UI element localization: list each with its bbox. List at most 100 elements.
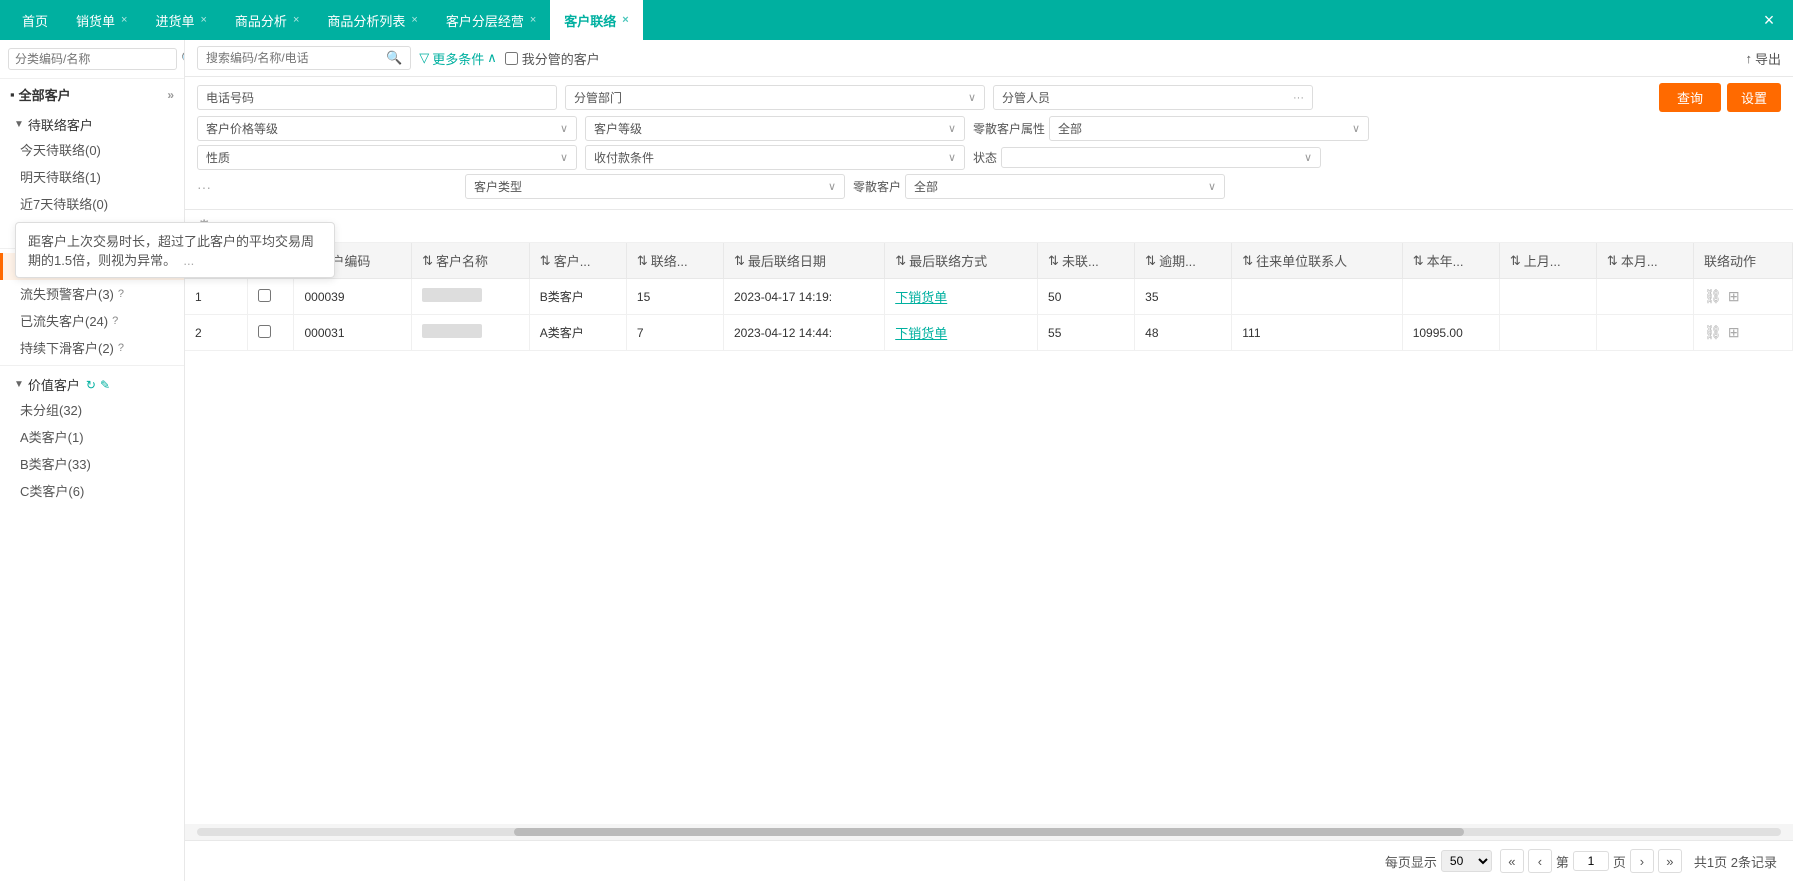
value-group-edit-icon[interactable]: ✎ <box>100 378 110 392</box>
window-close-button[interactable]: × <box>1753 4 1785 36</box>
filter-status[interactable]: ∨ <box>1001 147 1321 168</box>
sidebar-item-tomorrow[interactable]: 明天待联络(1) <box>0 163 184 190</box>
scroll-thumb[interactable] <box>514 828 1464 836</box>
sidebar-item-lost-preview[interactable]: 流失预警客户(3) ? <box>0 280 184 307</box>
sidebar-item-7days[interactable]: 近7天待联络(0) <box>0 190 184 217</box>
nav-item-home[interactable]: 首页 <box>8 0 62 40</box>
sort-icon-name: ⇅ <box>422 253 433 269</box>
row-checkbox-1[interactable] <box>258 289 271 302</box>
tooltip-more-icon[interactable]: ... <box>183 253 194 268</box>
nav-item-sales[interactable]: 销货单 × <box>62 0 141 40</box>
prev-page-btn[interactable]: ‹ <box>1528 849 1552 873</box>
my-customers-checkbox[interactable] <box>505 52 518 65</box>
sort-icon-uncontacted: ⇅ <box>1048 253 1059 269</box>
sustained-down-help-icon[interactable]: ? <box>118 342 124 354</box>
filter-division-dept[interactable]: 分管部门 ∨ <box>565 85 985 110</box>
search-input[interactable] <box>206 51 386 65</box>
col-type: ⇅客户... <box>529 243 626 279</box>
cell-uncontacted-1: 50 <box>1038 279 1135 315</box>
filter-phone[interactable]: 电话号码 <box>197 85 557 110</box>
col-this-year: ⇅本年... <box>1402 243 1499 279</box>
cell-checkbox-2 <box>248 315 294 351</box>
blurred-name-2 <box>422 324 482 338</box>
last-page-btn[interactable]: » <box>1658 849 1682 873</box>
sidebar-item-c-class[interactable]: C类客户(6) <box>0 477 184 504</box>
col-last-month: ⇅上月... <box>1499 243 1596 279</box>
close-customer-segment-icon[interactable]: × <box>530 14 536 26</box>
page-nav: « ‹ 第 页 › » 共1页 2条记录 <box>1500 849 1777 873</box>
last-method-link-1[interactable]: 下销货单 <box>895 290 947 305</box>
col-unit-contact: ⇅往来单位联系人 <box>1232 243 1402 279</box>
export-button[interactable]: ↑ 导出 <box>1745 49 1781 68</box>
cell-name-2 <box>412 315 530 351</box>
filter-buttons: 查询 设置 <box>1651 83 1781 112</box>
action-grid-icon-2[interactable]: ⊞ <box>1728 324 1740 341</box>
filter-payment-terms[interactable]: 收付款条件 ∨ <box>585 145 965 170</box>
action-link-icon-1[interactable]: ⛓ <box>1704 288 1722 305</box>
all-customers-header[interactable]: ▪ 全部客户 » <box>0 79 184 110</box>
search-bar-icon[interactable]: 🔍 <box>386 50 402 66</box>
horizontal-scrollbar[interactable] <box>185 824 1793 840</box>
value-group-label[interactable]: ▼ 价值客户 ↻ ✎ <box>0 370 184 396</box>
table-wrapper[interactable]: 序号 ⇅客户编码 ⇅客户名称 ⇅客户... ⇅联络... ⇅最后联络日期 ⇅最后… <box>185 243 1793 824</box>
sort-icon-contact: ⇅ <box>637 253 648 269</box>
action-link-icon-2[interactable]: ⛓ <box>1704 324 1722 341</box>
nav-item-analysis-list[interactable]: 商品分析列表 × <box>313 0 431 40</box>
sidebar-item-sustained-down[interactable]: 持续下滑客户(2) ? <box>0 334 184 361</box>
cell-last-method-2: 下销货单 <box>885 315 1038 351</box>
nav-item-purchase[interactable]: 进货单 × <box>141 0 220 40</box>
filter-row-2: 客户价格等级 ∨ 客户等级 ∨ 零散客户属性 全部 ∨ <box>197 116 1781 141</box>
cell-checkbox-1 <box>248 279 294 315</box>
scroll-track <box>197 828 1781 836</box>
filter-customer-level[interactable]: 客户等级 ∨ <box>585 116 965 141</box>
nav-item-analysis[interactable]: 商品分析 × <box>221 0 313 40</box>
action-grid-icon-1[interactable]: ⊞ <box>1728 288 1740 305</box>
page-input[interactable] <box>1573 851 1609 871</box>
sidebar-item-ungrouped[interactable]: 未分组(32) <box>0 396 184 423</box>
value-group-refresh-icon[interactable]: ↻ <box>86 378 96 392</box>
lost-preview-help-icon[interactable]: ? <box>118 288 124 300</box>
cell-last-date-2: 2023-04-12 14:44: <box>724 315 885 351</box>
filter-nature[interactable]: 性质 ∨ <box>197 145 577 170</box>
query-button[interactable]: 查询 <box>1659 83 1721 112</box>
collapse-icon[interactable]: » <box>167 88 174 102</box>
cell-contact-2: 7 <box>626 315 723 351</box>
filter-row-4: ··· 客户类型 ∨ 零散客户 全部 ∨ <box>197 174 1781 199</box>
first-page-btn[interactable]: « <box>1500 849 1524 873</box>
filter-price-level[interactable]: 客户价格等级 ∨ <box>197 116 577 141</box>
filter-more-btn[interactable]: ▽ 更多条件 ∧ <box>419 49 497 68</box>
nav-item-customer-contact[interactable]: 客户联络 × <box>550 0 642 40</box>
sidebar-item-a-class[interactable]: A类客户(1) <box>0 423 184 450</box>
sidebar-item-today[interactable]: 今天待联络(0) <box>0 136 184 163</box>
per-page-select[interactable]: 50 20 100 <box>1441 850 1492 872</box>
pending-group-label[interactable]: ▼ 待联络客户 <box>0 110 184 136</box>
already-lost-help-icon[interactable]: ? <box>112 315 118 327</box>
filter-scatter-attr[interactable]: 全部 ∨ <box>1049 116 1369 141</box>
nav-item-customer-segment[interactable]: 客户分层经营 × <box>432 0 550 40</box>
filter-manager[interactable]: 分管人员 ··· <box>993 85 1313 110</box>
next-page-btn[interactable]: › <box>1630 849 1654 873</box>
last-method-link-2[interactable]: 下销货单 <box>895 326 947 341</box>
sidebar-item-already-lost[interactable]: 已流失客户(24) ? <box>0 307 184 334</box>
top-nav: 首页 销货单 × 进货单 × 商品分析 × 商品分析列表 × 客户分层经营 × … <box>0 0 1793 40</box>
close-sales-icon[interactable]: × <box>121 14 127 26</box>
close-analysis-icon[interactable]: × <box>293 14 299 26</box>
sidebar-search-area: 🔍 <box>0 40 184 79</box>
close-analysis-list-icon[interactable]: × <box>411 14 417 26</box>
my-customers-checkbox-area: 我分管的客户 <box>505 49 600 68</box>
sidebar-item-b-class[interactable]: B类客户(33) <box>0 450 184 477</box>
filter-customer-type[interactable]: 客户类型 ∨ <box>465 174 845 199</box>
filter-bar-top: 🔍 ▽ 更多条件 ∧ 我分管的客户 ↑ 导出 <box>185 40 1793 77</box>
close-customer-contact-icon[interactable]: × <box>622 14 628 26</box>
table-header-row: 序号 ⇅客户编码 ⇅客户名称 ⇅客户... ⇅联络... ⇅最后联络日期 ⇅最后… <box>185 243 1793 279</box>
setting-button[interactable]: 设置 <box>1727 83 1781 112</box>
sort-icon-lmonth: ⇅ <box>1510 253 1521 269</box>
filter-dots[interactable]: ··· <box>197 179 211 195</box>
filter-scatter-customer[interactable]: 全部 ∨ <box>905 174 1225 199</box>
export-icon: ↑ <box>1745 51 1752 66</box>
filter-scatter-customer-section: 零散客户 全部 ∨ <box>853 174 1613 199</box>
close-purchase-icon[interactable]: × <box>200 14 206 26</box>
sidebar-search-input[interactable] <box>8 48 177 70</box>
cell-contact-1: 15 <box>626 279 723 315</box>
row-checkbox-2[interactable] <box>258 325 271 338</box>
